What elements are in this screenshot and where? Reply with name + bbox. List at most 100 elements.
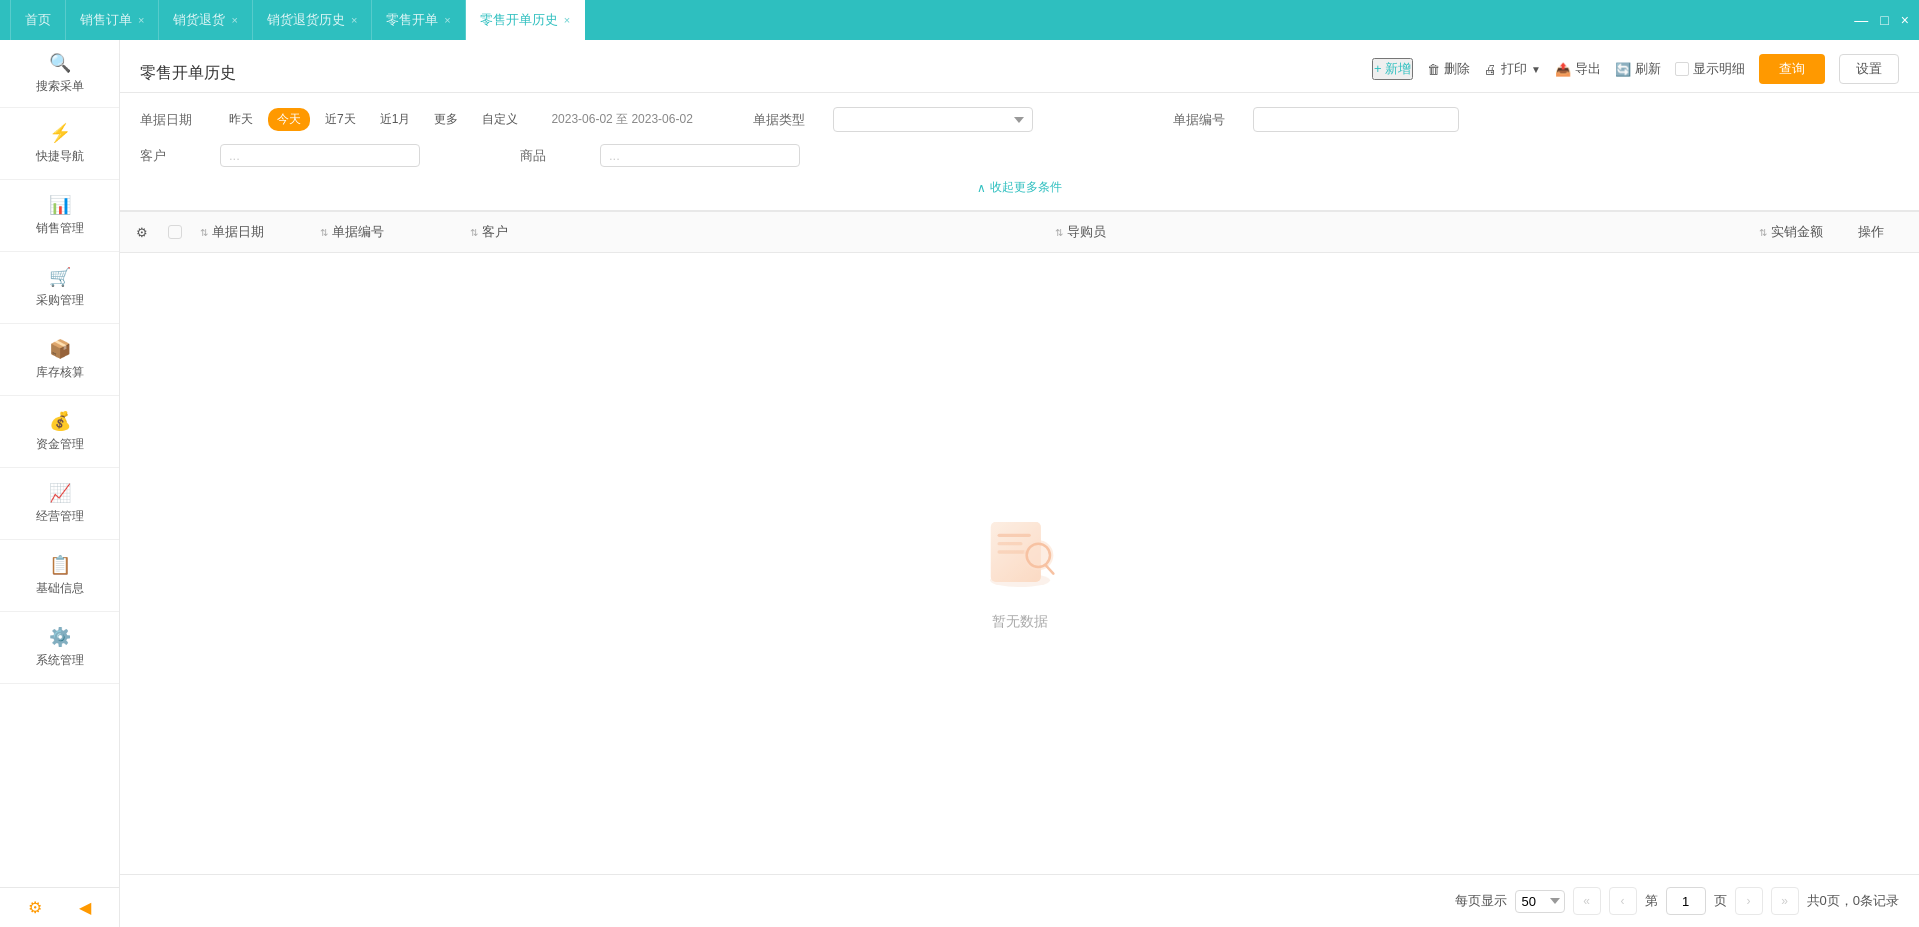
settings-button[interactable]: 设置 [1839, 54, 1899, 84]
product-filter-wrap[interactable]: ... [600, 144, 800, 167]
add-button[interactable]: + 新增 [1372, 58, 1413, 80]
tab-retail-history-close[interactable]: × [564, 14, 570, 26]
content-area: 零售开单历史 + 新增 🗑 删除 🖨 打印 ▼ 📤 导出 🔄 [120, 40, 1919, 927]
display-checkbox[interactable] [1675, 62, 1689, 76]
sort-guide-icon[interactable]: ⇅ [1055, 227, 1063, 238]
inventory-icon: 📦 [49, 338, 71, 360]
customer-filter-wrap[interactable]: ... [220, 144, 420, 167]
tab-sales-return-close[interactable]: × [231, 14, 237, 26]
sales-icon: 📊 [49, 194, 71, 216]
svg-rect-4 [997, 542, 1022, 545]
page-header: 零售开单历史 + 新增 🗑 删除 🖨 打印 ▼ 📤 导出 🔄 [120, 40, 1919, 93]
window-controls: — □ × [1854, 12, 1909, 28]
page-input[interactable] [1666, 887, 1706, 915]
empty-state-icon [970, 497, 1070, 597]
refresh-label: 刷新 [1635, 60, 1661, 78]
th-order-num-label: 单据编号 [332, 223, 384, 241]
type-filter-select[interactable] [833, 107, 1033, 132]
sort-amount-icon[interactable]: ⇅ [1759, 227, 1767, 238]
sidebar-item-operation[interactable]: 📈 经营管理 [0, 468, 119, 540]
settings-column-icon[interactable]: ⚙ [136, 225, 148, 240]
select-all-checkbox[interactable] [168, 225, 182, 239]
sidebar-item-inventory[interactable]: 📦 库存核算 [0, 324, 119, 396]
tab-sales-return-history[interactable]: 销货退货历史 × [253, 0, 372, 40]
order-num-input[interactable] [1253, 107, 1459, 132]
sidebar-item-nav[interactable]: ⚡ 快捷导航 [0, 108, 119, 180]
date-btn-today[interactable]: 今天 [268, 108, 310, 131]
sort-customer-icon[interactable]: ⇅ [470, 227, 478, 238]
svg-rect-5 [997, 550, 1026, 553]
th-action-label: 操作 [1858, 223, 1884, 241]
filter-row-2: 客户 ... 商品 ... [140, 144, 1899, 167]
th-checkbox[interactable] [160, 225, 192, 239]
table-header: ⚙ ⇅ 单据日期 ⇅ 单据编号 ⇅ 客户 ⇅ [120, 211, 1919, 253]
export-button[interactable]: 📤 导出 [1555, 60, 1601, 78]
sidebar-item-finance[interactable]: 💰 资金管理 [0, 396, 119, 468]
sidebar-settings-icon[interactable]: ⚙ [28, 898, 42, 917]
sidebar-toggle-icon[interactable]: ◀ [79, 898, 91, 917]
tab-retail-history[interactable]: 零售开单历史 × [466, 0, 585, 40]
customer-filter-label: 客户 [140, 147, 200, 165]
sidebar-item-purchase[interactable]: 🛒 采购管理 [0, 252, 119, 324]
sidebar-item-sales[interactable]: 📊 销售管理 [0, 180, 119, 252]
refresh-button[interactable]: 🔄 刷新 [1615, 60, 1661, 78]
minimize-button[interactable]: — [1854, 12, 1868, 28]
date-btn-yesterday[interactable]: 昨天 [220, 108, 262, 131]
close-button[interactable]: × [1901, 12, 1909, 28]
last-page-button[interactable]: » [1771, 887, 1799, 915]
th-order-num: ⇅ 单据编号 [312, 223, 462, 241]
tab-retail-open[interactable]: 零售开单 × [372, 0, 465, 40]
product-filter-dots: ... [609, 148, 791, 163]
tab-sales-return[interactable]: 销货退货 × [159, 0, 252, 40]
product-filter-label: 商品 [520, 147, 580, 165]
date-btn-7days[interactable]: 近7天 [316, 108, 365, 131]
collapse-more-btn[interactable]: ∧ 收起更多条件 [140, 179, 1899, 196]
nav-icon: ⚡ [49, 122, 71, 144]
sidebar-item-basic[interactable]: 📋 基础信息 [0, 540, 119, 612]
tab-bar: 首页 销售订单 × 销货退货 × 销货退货历史 × 零售开单 × 零售开单历史 … [0, 0, 1919, 40]
maximize-button[interactable]: □ [1880, 12, 1888, 28]
display-detail-button[interactable]: 显示明细 [1675, 60, 1745, 78]
tab-home[interactable]: 首页 [10, 0, 66, 40]
per-page-select[interactable]: 50 10 20 100 [1515, 890, 1565, 913]
print-button[interactable]: 🖨 打印 ▼ [1484, 60, 1541, 78]
th-date-label: 单据日期 [212, 223, 264, 241]
date-btn-1month[interactable]: 近1月 [371, 108, 420, 131]
sidebar-item-system-label: 系统管理 [36, 652, 84, 669]
display-label: 显示明细 [1693, 60, 1745, 78]
query-button[interactable]: 查询 [1759, 54, 1825, 84]
next-page-button[interactable]: › [1735, 887, 1763, 915]
sidebar-item-system[interactable]: ⚙️ 系统管理 [0, 612, 119, 684]
th-amount: ⇅ 实销金额 [1731, 223, 1831, 241]
tab-sales-return-history-label: 销货退货历史 [267, 11, 345, 29]
toolbar: + 新增 🗑 删除 🖨 打印 ▼ 📤 导出 🔄 刷新 [1372, 54, 1899, 92]
sort-date-icon[interactable]: ⇅ [200, 227, 208, 238]
tab-sales-order-close[interactable]: × [138, 14, 144, 26]
order-num-wrap [1253, 107, 1459, 132]
date-btn-custom[interactable]: 自定义 [473, 108, 527, 131]
print-icon: 🖨 [1484, 62, 1497, 77]
th-guide-label: 导购员 [1067, 223, 1106, 241]
sidebar-item-search[interactable]: 🔍 搜索采单 [0, 40, 119, 108]
filter-row-1: 单据日期 昨天 今天 近7天 近1月 更多 自定义 2023-06-02 至 2… [140, 107, 1899, 132]
sort-ordernum-icon[interactable]: ⇅ [320, 227, 328, 238]
print-dropdown-icon: ▼ [1531, 64, 1541, 75]
empty-state: 暂无数据 [120, 253, 1919, 874]
tab-retail-open-label: 零售开单 [386, 11, 438, 29]
order-num-label: 单据编号 [1173, 111, 1233, 129]
tab-retail-open-close[interactable]: × [444, 14, 450, 26]
sidebar-item-purchase-label: 采购管理 [36, 292, 84, 309]
export-label: 导出 [1575, 60, 1601, 78]
tab-sales-return-history-close[interactable]: × [351, 14, 357, 26]
sidebar-item-finance-label: 资金管理 [36, 436, 84, 453]
delete-button[interactable]: 🗑 删除 [1427, 60, 1470, 78]
th-amount-label: 实销金额 [1771, 223, 1823, 241]
th-settings[interactable]: ⚙ [128, 225, 160, 240]
system-icon: ⚙️ [49, 626, 71, 648]
prev-page-button[interactable]: ‹ [1609, 887, 1637, 915]
first-page-button[interactable]: « [1573, 887, 1601, 915]
finance-icon: 💰 [49, 410, 71, 432]
date-btn-more[interactable]: 更多 [425, 108, 467, 131]
tab-sales-order[interactable]: 销售订单 × [66, 0, 159, 40]
operation-icon: 📈 [49, 482, 71, 504]
